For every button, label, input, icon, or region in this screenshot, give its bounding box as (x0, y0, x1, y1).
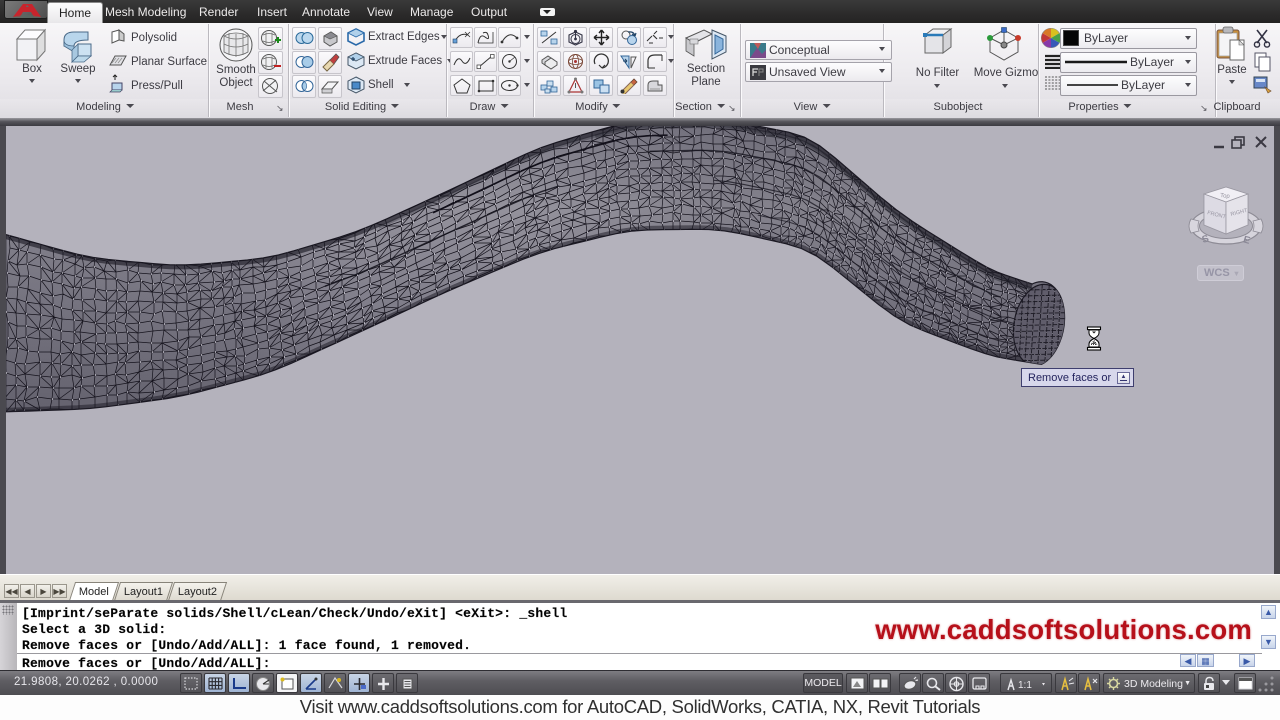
svg-text:1:1: 1:1 (1018, 680, 1032, 691)
svg-text:Top: Top (1220, 193, 1231, 200)
